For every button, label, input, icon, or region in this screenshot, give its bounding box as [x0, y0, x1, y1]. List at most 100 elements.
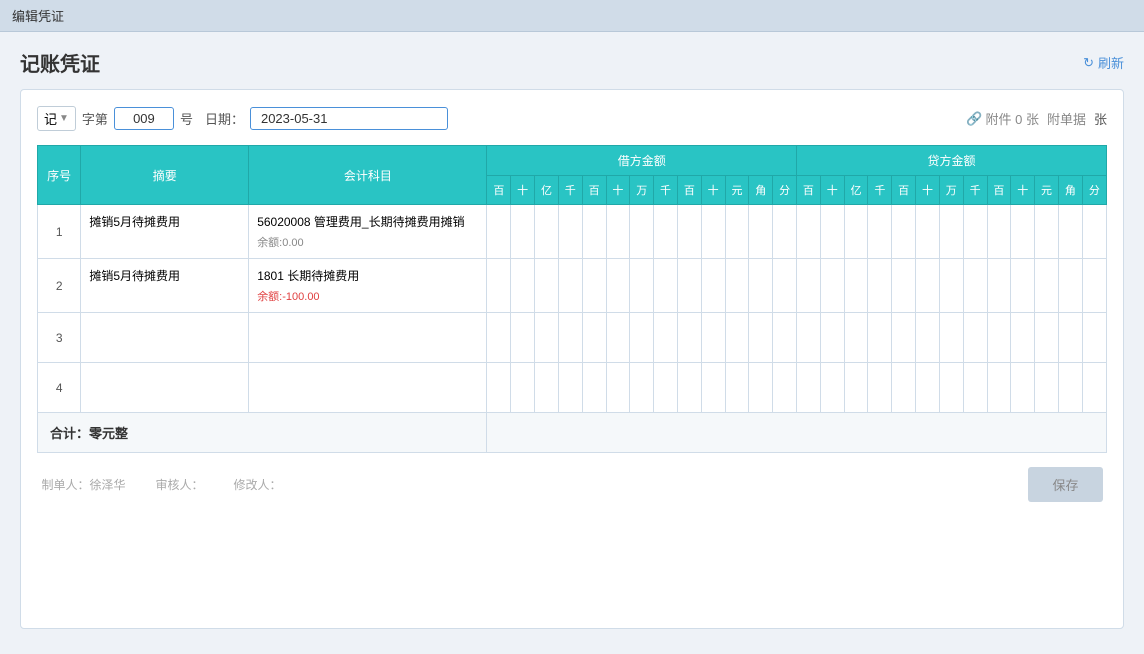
row-debit-digit-1-7 [654, 205, 678, 259]
row-debit-digit-4-8 [677, 363, 701, 413]
row-credit-digit-1-4 [892, 205, 916, 259]
row-summary-1[interactable]: 摊销5月待摊费用 [81, 205, 249, 259]
row-credit-digit-1-7 [963, 205, 987, 259]
row-account-3[interactable] [249, 313, 487, 363]
row-account-1[interactable]: 56020008 管理费用_长期待摊费用摊销余额:0.00 [249, 205, 487, 259]
date-input[interactable] [250, 107, 448, 130]
credit-sub-百3: 百 [987, 176, 1011, 205]
row-account-4[interactable] [249, 363, 487, 413]
attach-single-button[interactable]: 附单据 [1047, 109, 1086, 128]
row-credit-digit-4-9 [1011, 363, 1035, 413]
row-credit-digit-3-1 [820, 313, 844, 363]
footer-row: 制单人：徐泽华 审核人： 修改人： 保存 [38, 453, 1107, 507]
voucher-table: 序号 摘要 会计科目 借方金额 贷方金额 百 十 亿 千 百 十 [37, 145, 1107, 506]
row-debit-digit-1-8 [677, 205, 701, 259]
credit-sub-角: 角 [1058, 176, 1082, 205]
row-credit-digit-2-7 [963, 259, 987, 313]
save-button[interactable]: 保存 [1028, 467, 1102, 502]
row-debit-digit-4-12 [773, 363, 797, 413]
credit-sub-十3: 十 [1011, 176, 1035, 205]
modifier-label: 修改人： [234, 476, 282, 493]
row-account-2[interactable]: 1801 长期待摊费用余额:-100.00 [249, 259, 487, 313]
row-credit-digit-1-1 [820, 205, 844, 259]
voucher-number-input[interactable] [114, 107, 174, 130]
row-debit-digit-3-7 [654, 313, 678, 363]
title-bar: 编辑凭证 [0, 0, 1144, 32]
row-summary-4[interactable] [81, 363, 249, 413]
row-credit-digit-3-2 [844, 313, 868, 363]
main-card: 记 ▼ 字第 号 日期： 🔗 附件 0 张 附单据 张 [20, 89, 1124, 629]
row-credit-digit-2-2 [844, 259, 868, 313]
col-summary-header: 摘要 [81, 146, 249, 205]
row-debit-digit-3-4 [582, 313, 606, 363]
row-credit-digit-2-9 [1011, 259, 1035, 313]
hao-label: 号 [180, 109, 193, 128]
row-debit-digit-4-2 [535, 363, 559, 413]
voucher-type-select[interactable]: 记 ▼ [37, 106, 76, 131]
debit-sub-十2: 十 [606, 176, 630, 205]
row-debit-digit-2-10 [725, 259, 749, 313]
row-debit-digit-4-1 [511, 363, 535, 413]
col-credit-header: 贷方金额 [797, 146, 1107, 176]
row-seq-4: 4 [38, 363, 81, 413]
reviewer-label: 审核人： [156, 476, 204, 493]
footer-area: 制单人：徐泽华 审核人： 修改人： 保存 [42, 461, 1103, 502]
row-credit-digit-3-7 [963, 313, 987, 363]
credit-sub-分: 分 [1082, 176, 1106, 205]
debit-sub-角: 角 [749, 176, 773, 205]
row-debit-digit-1-1 [511, 205, 535, 259]
row-debit-digit-4-11 [749, 363, 773, 413]
row-debit-digit-1-3 [558, 205, 582, 259]
row-credit-digit-2-4 [892, 259, 916, 313]
credit-sub-千: 千 [868, 176, 892, 205]
dropdown-arrow-icon: ▼ [59, 113, 69, 124]
credit-sub-亿: 亿 [844, 176, 868, 205]
row-summary-2[interactable]: 摊销5月待摊费用 [81, 259, 249, 313]
row-credit-digit-4-12 [1082, 363, 1106, 413]
attachment-link[interactable]: 🔗 附件 0 张 [966, 109, 1039, 128]
row-debit-digit-4-3 [558, 363, 582, 413]
row-credit-digit-3-0 [797, 313, 821, 363]
row-debit-digit-2-5 [606, 259, 630, 313]
date-group: 日期： [205, 107, 448, 130]
row-debit-digit-2-6 [630, 259, 654, 313]
refresh-button[interactable]: ↻ 刷新 [1083, 53, 1124, 72]
row-credit-digit-4-5 [916, 363, 940, 413]
row-credit-digit-3-4 [892, 313, 916, 363]
row-debit-digit-3-3 [558, 313, 582, 363]
debit-sub-十3: 十 [701, 176, 725, 205]
date-label: 日期： [205, 109, 244, 128]
debit-sub-百: 百 [487, 176, 511, 205]
row-credit-digit-1-9 [1011, 205, 1035, 259]
row-seq-1: 1 [38, 205, 81, 259]
row-credit-digit-3-9 [1011, 313, 1035, 363]
row-summary-3[interactable] [81, 313, 249, 363]
zi-label: 字第 [82, 109, 108, 128]
row-credit-digit-4-7 [963, 363, 987, 413]
paperclip-icon: 🔗 [966, 111, 982, 127]
row-debit-digit-3-12 [773, 313, 797, 363]
row-debit-digit-2-11 [749, 259, 773, 313]
row-debit-digit-3-5 [606, 313, 630, 363]
debit-sub-千2: 千 [654, 176, 678, 205]
col-seq-header: 序号 [38, 146, 81, 205]
row-credit-digit-1-2 [844, 205, 868, 259]
row-debit-digit-1-9 [701, 205, 725, 259]
row-debit-digit-4-6 [630, 363, 654, 413]
total-label: 合计：零元整 [50, 426, 128, 441]
credit-sub-十: 十 [820, 176, 844, 205]
row-debit-digit-1-6 [630, 205, 654, 259]
row-credit-digit-1-12 [1082, 205, 1106, 259]
attachment-area: 🔗 附件 0 张 附单据 张 [966, 109, 1107, 128]
row-debit-digit-3-9 [701, 313, 725, 363]
debit-sub-亿: 亿 [535, 176, 559, 205]
row-credit-digit-3-3 [868, 313, 892, 363]
zhang-label: 张 [1094, 109, 1107, 128]
credit-sub-元: 元 [1035, 176, 1059, 205]
debit-sub-万: 万 [630, 176, 654, 205]
total-row: 合计：零元整 [38, 413, 1107, 453]
refresh-label: 刷新 [1098, 53, 1124, 72]
row-debit-digit-2-4 [582, 259, 606, 313]
row-credit-digit-3-5 [916, 313, 940, 363]
col-account-header: 会计科目 [249, 146, 487, 205]
